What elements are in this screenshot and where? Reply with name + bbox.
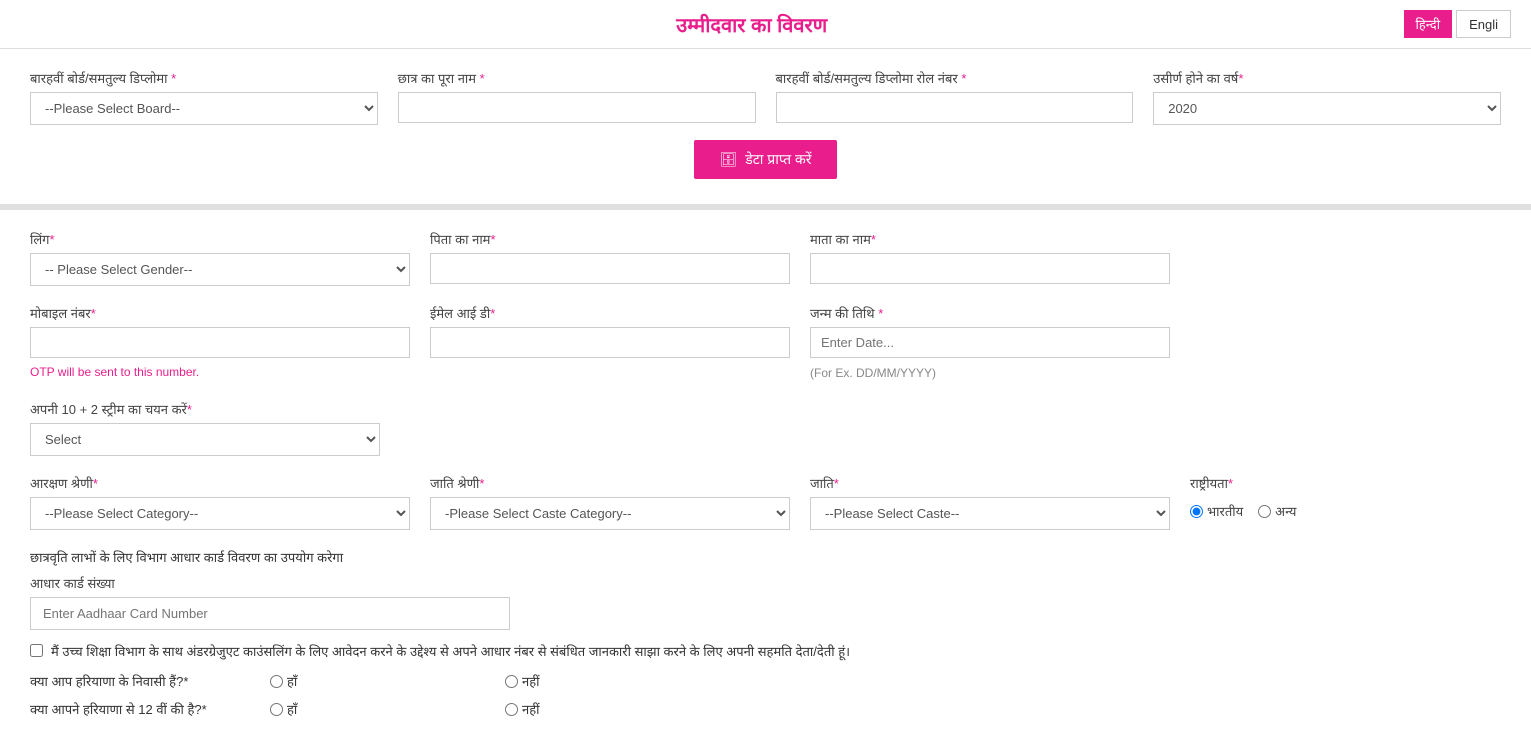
otp-note: OTP will be sent to this number. — [30, 365, 410, 379]
mobile-group: मोबाइल नंबर* OTP will be sent to this nu… — [30, 304, 410, 379]
stream-label: अपनी 10 + 2 स्ट्रीम का चयन करें* — [30, 400, 380, 418]
hindi-lang-button[interactable]: हिन्दी — [1404, 10, 1453, 38]
consent-text: मैं उच्च शिक्षा विभाग के साथ अंडरग्रेजुए… — [51, 642, 850, 660]
top-bar: उम्मीदवार का विवरण हिन्दी Engli — [0, 0, 1531, 49]
fetch-btn-row: 🗄 डेटा प्राप्त करें — [30, 140, 1501, 179]
consent-row: मैं उच्च शिक्षा विभाग के साथ अंडरग्रेजुए… — [30, 642, 1501, 660]
haryana-resident-row: क्या आप हरियाणा के निवासी हैं?* हाँ नहीं — [30, 672, 1501, 690]
caste-category-label: जाति श्रेणी* — [430, 474, 790, 492]
english-lang-button[interactable]: Engli — [1456, 10, 1511, 38]
nationality-indian-label[interactable]: भारतीय — [1190, 502, 1243, 520]
row-category-caste-nationality: आरक्षण श्रेणी* --Please Select Category-… — [30, 474, 1501, 530]
mobile-input[interactable] — [30, 327, 410, 358]
caste-category-group: जाति श्रेणी* -Please Select Caste Catego… — [430, 474, 790, 530]
consent-checkbox[interactable] — [30, 644, 43, 657]
board-label: बारहवीं बोर्ड/समतुल्य डिप्लोमा * — [30, 69, 378, 87]
haryana-resident-yes-radio[interactable] — [270, 675, 283, 688]
caste-label: जाति* — [810, 474, 1170, 492]
pass-year-label: उसीर्ण होने का वर्ष* — [1153, 69, 1501, 87]
aadhaar-input[interactable] — [30, 597, 510, 630]
father-name-input[interactable] — [430, 253, 790, 284]
page-title: उम्मीदवार का विवरण — [100, 11, 1404, 38]
twelve-haryana-no-label[interactable]: नहीं — [505, 700, 725, 718]
haryana-resident-yes-label[interactable]: हाँ — [270, 672, 490, 690]
nationality-label: राष्ट्रीयता* — [1190, 474, 1440, 492]
twelve-haryana-yes-radio[interactable] — [270, 703, 283, 716]
row-contact-dob-stream: मोबाइल नंबर* OTP will be sent to this nu… — [30, 304, 1501, 456]
email-label: ईमेल आई डी* — [430, 304, 790, 322]
section-candidate-details: लिंग* -- Please Select Gender-- पुरुष मह… — [0, 210, 1531, 753]
haryana-resident-radio-group: हाँ नहीं — [270, 672, 725, 690]
student-name-input[interactable] — [398, 92, 756, 123]
dob-hint: (For Ex. DD/MM/YYYY) — [810, 366, 1170, 380]
mother-name-input[interactable] — [810, 253, 1170, 284]
twelve-haryana-yes-label[interactable]: हाँ — [270, 700, 490, 718]
twelve-haryana-no-radio[interactable] — [505, 703, 518, 716]
scholarship-note: छात्रवृति लाभों के लिए विभाग आधार कार्ड … — [30, 548, 1501, 566]
haryana-resident-label: क्या आप हरियाणा के निवासी हैं?* — [30, 672, 250, 690]
row-gender-parents: लिंग* -- Please Select Gender-- पुरुष मह… — [30, 230, 1501, 286]
stream-select[interactable]: Select Science Commerce Arts — [30, 423, 380, 456]
board-row: बारहवीं बोर्ड/समतुल्य डिप्लोमा * --Pleas… — [30, 69, 1501, 125]
dob-input[interactable] — [810, 327, 1170, 358]
student-name-label: छात्र का पूरा नाम * — [398, 69, 756, 87]
language-switcher: हिन्दी Engli — [1404, 10, 1511, 38]
aadhaar-label: आधार कार्ड संख्या — [30, 574, 1501, 592]
caste-group: जाति* --Please Select Caste-- — [810, 474, 1170, 530]
nationality-other-radio[interactable] — [1258, 505, 1271, 518]
pass-year-select[interactable]: 2018 2019 2020 2021 2022 — [1153, 92, 1501, 125]
category-select[interactable]: --Please Select Category-- General OBC S… — [30, 497, 410, 530]
roll-number-input[interactable] — [776, 92, 1134, 123]
haryana-resident-no-radio[interactable] — [505, 675, 518, 688]
gender-group: लिंग* -- Please Select Gender-- पुरुष मह… — [30, 230, 410, 286]
haryana-resident-no-label[interactable]: नहीं — [505, 672, 725, 690]
roll-number-group: बारहवीं बोर्ड/समतुल्य डिप्लोमा रोल नंबर … — [776, 69, 1134, 123]
nationality-indian-radio[interactable] — [1190, 505, 1203, 518]
pass-year-group: उसीर्ण होने का वर्ष* 2018 2019 2020 2021… — [1153, 69, 1501, 125]
twelve-haryana-radio-group: हाँ नहीं — [270, 700, 725, 718]
category-label: आरक्षण श्रेणी* — [30, 474, 410, 492]
email-group: ईमेल आई डी* — [430, 304, 790, 358]
gender-label: लिंग* — [30, 230, 410, 248]
fetch-data-button[interactable]: 🗄 डेटा प्राप्त करें — [694, 140, 836, 179]
section-board-info: बारहवीं बोर्ड/समतुल्य डिप्लोमा * --Pleas… — [0, 49, 1531, 210]
dob-group: जन्म की तिथि * (For Ex. DD/MM/YYYY) — [810, 304, 1170, 380]
student-name-group: छात्र का पूरा नाम * — [398, 69, 756, 123]
mother-name-group: माता का नाम* — [810, 230, 1170, 284]
aadhaar-section: आधार कार्ड संख्या — [30, 574, 1501, 630]
mobile-label: मोबाइल नंबर* — [30, 304, 410, 322]
nationality-other-label[interactable]: अन्य — [1258, 502, 1296, 520]
email-input[interactable] — [430, 327, 790, 358]
category-group: आरक्षण श्रेणी* --Please Select Category-… — [30, 474, 410, 530]
database-icon: 🗄 — [719, 151, 737, 168]
twelve-haryana-row: क्या आपने हरियाणा से 12 वीं की है?* हाँ … — [30, 700, 1501, 718]
dob-label: जन्म की तिथि * — [810, 304, 1170, 322]
caste-category-select[interactable]: -Please Select Caste Category-- A B C D — [430, 497, 790, 530]
nationality-radio-group: भारतीय अन्य — [1190, 502, 1440, 520]
mother-name-label: माता का नाम* — [810, 230, 1170, 248]
father-name-group: पिता का नाम* — [430, 230, 790, 284]
roll-number-label: बारहवीं बोर्ड/समतुल्य डिप्लोमा रोल नंबर … — [776, 69, 1134, 87]
nationality-group: राष्ट्रीयता* भारतीय अन्य — [1190, 474, 1440, 520]
twelve-haryana-label: क्या आपने हरियाणा से 12 वीं की है?* — [30, 700, 250, 718]
stream-group: अपनी 10 + 2 स्ट्रीम का चयन करें* Select … — [30, 400, 380, 456]
board-group: बारहवीं बोर्ड/समतुल्य डिप्लोमा * --Pleas… — [30, 69, 378, 125]
caste-select[interactable]: --Please Select Caste-- — [810, 497, 1170, 530]
gender-select[interactable]: -- Please Select Gender-- पुरुष महिला अन… — [30, 253, 410, 286]
father-name-label: पिता का नाम* — [430, 230, 790, 248]
board-select[interactable]: --Please Select Board-- CBSE ICSE State … — [30, 92, 378, 125]
